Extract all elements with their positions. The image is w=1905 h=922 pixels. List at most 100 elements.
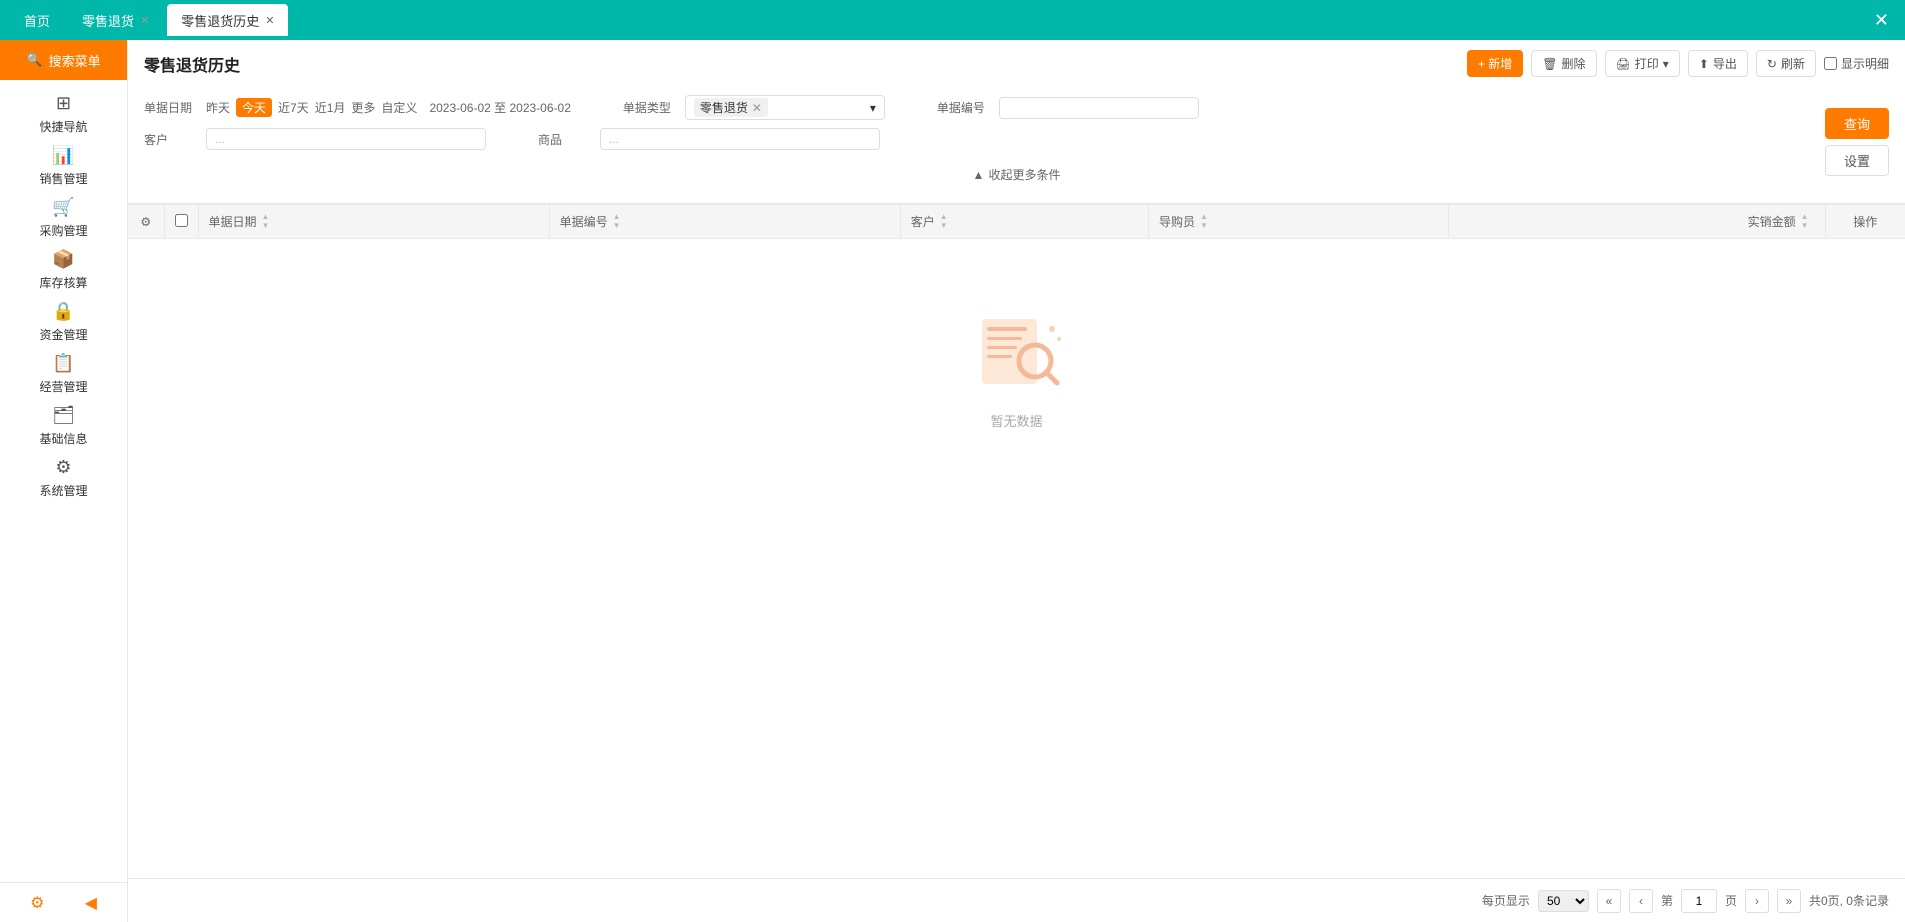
- filter-row-2: 客户 ... 商品 ...: [144, 128, 1889, 150]
- page-go-label: 第: [1661, 892, 1673, 909]
- customer-input[interactable]: ...: [206, 128, 486, 150]
- th-doc-no-label: 单据编号: [560, 213, 608, 230]
- th-doc-date-label: 单据日期: [209, 213, 257, 230]
- sidebar-item-quick-nav-label: 快捷导航: [39, 118, 87, 135]
- sidebar-item-inventory[interactable]: 📦 库存核算: [0, 244, 127, 296]
- export-label: 导出: [1713, 55, 1737, 72]
- th-amount[interactable]: 实销金额 ▲▼: [1448, 205, 1825, 239]
- tab-home[interactable]: 首页: [10, 4, 64, 36]
- delete-label: 删除: [1562, 55, 1586, 72]
- table-settings-icon[interactable]: ⚙: [140, 215, 151, 229]
- date-option-today[interactable]: 今天: [236, 98, 272, 117]
- th-checkbox[interactable]: [164, 205, 198, 239]
- page-number-input[interactable]: [1681, 889, 1717, 913]
- goods-input[interactable]: ...: [600, 128, 880, 150]
- empty-state-row: 暂无数据: [128, 239, 1905, 511]
- th-guide[interactable]: 导购员 ▲▼: [1148, 205, 1448, 239]
- date-option-yesterday[interactable]: 昨天: [206, 99, 230, 116]
- settings-button[interactable]: 设置: [1825, 145, 1889, 176]
- page-size-label: 每页显示: [1482, 892, 1530, 909]
- show-detail-checkbox[interactable]: [1824, 57, 1837, 70]
- doc-no-sort-icon: ▲▼: [613, 213, 621, 230]
- sidebar-item-quick-nav[interactable]: ⊞ 快捷导航: [0, 88, 127, 140]
- tab-retail-return-label: 零售退货: [82, 11, 134, 30]
- new-button[interactable]: + 新增: [1467, 50, 1523, 77]
- doc-type-tag-label: 零售退货: [700, 99, 748, 116]
- print-label: 打印: [1635, 55, 1659, 72]
- prev-page-button[interactable]: ‹: [1629, 889, 1653, 913]
- collapse-button[interactable]: ▲ 收起更多条件: [973, 162, 1061, 187]
- amount-sort-icon: ▲▼: [1801, 213, 1809, 230]
- sidebar-item-sales[interactable]: 📊 销售管理: [0, 140, 127, 192]
- tab-retail-return-history-close[interactable]: ✕: [265, 14, 274, 27]
- sidebar-bottom: ⚙ ◀: [0, 882, 127, 922]
- basic-info-icon: 🗂: [52, 405, 75, 426]
- window-close-icon[interactable]: ✕: [1868, 10, 1895, 31]
- sidebar-item-operations-label: 经营管理: [39, 378, 87, 395]
- sidebar-item-system[interactable]: ⚙ 系统管理: [0, 452, 127, 504]
- sidebar-item-basic-info[interactable]: 🗂 基础信息: [0, 400, 127, 452]
- sidebar-item-finance[interactable]: 🔒 资金管理: [0, 296, 127, 348]
- collapse-sidebar-icon[interactable]: ◀: [85, 893, 97, 913]
- doc-type-tag-remove[interactable]: ✕: [752, 101, 762, 115]
- delete-button[interactable]: 🗑 删除: [1531, 50, 1596, 77]
- date-option-more[interactable]: 更多: [351, 99, 375, 116]
- date-filter-label: 单据日期: [144, 99, 194, 116]
- doc-type-filter-label: 单据类型: [623, 99, 673, 116]
- sidebar: 🔍 搜索菜单 ⊞ 快捷导航 📊 销售管理 🛒 采购管理 📦 库存核算 🔒: [0, 40, 128, 922]
- goods-dots: ...: [609, 132, 619, 146]
- tab-retail-return-close[interactable]: ✕: [140, 14, 149, 27]
- settings-bottom-icon[interactable]: ⚙: [30, 893, 44, 913]
- empty-illustration: [967, 299, 1067, 399]
- tab-bar: 首页 零售退货 ✕ 零售退货历史 ✕: [10, 4, 1868, 36]
- table-wrapper: ⚙ 单据日期 ▲▼ 单据编号: [128, 204, 1905, 878]
- show-detail-checkbox-label[interactable]: 显示明细: [1824, 55, 1889, 72]
- tab-retail-return[interactable]: 零售退货 ✕: [68, 4, 163, 36]
- sidebar-item-operations[interactable]: 📋 经营管理: [0, 348, 127, 400]
- toolbar: + 新增 🗑 删除 🖨 打印 ▾ ⬆ 导出 ↻: [1467, 50, 1889, 77]
- empty-state: 暂无数据: [128, 239, 1905, 510]
- system-icon: ⚙: [55, 457, 71, 478]
- th-doc-date[interactable]: 单据日期 ▲▼: [198, 205, 549, 239]
- main-layout: 🔍 搜索菜单 ⊞ 快捷导航 📊 销售管理 🛒 采购管理 📦 库存核算 🔒: [0, 40, 1905, 922]
- filter-row-1: 单据日期 昨天 今天 近7天 近1月 更多 自定义 2023-06-02 至 2…: [144, 95, 1889, 120]
- date-option-1month[interactable]: 近1月: [315, 99, 346, 116]
- total-label: 共0页, 0条记录: [1809, 892, 1889, 909]
- date-option-7days[interactable]: 近7天: [278, 99, 309, 116]
- next-page-button[interactable]: ›: [1745, 889, 1769, 913]
- last-page-button[interactable]: »: [1777, 889, 1801, 913]
- page-size-select[interactable]: 20 50 100: [1538, 890, 1589, 912]
- doc-no-input[interactable]: [999, 97, 1199, 119]
- filter-area: 单据日期 昨天 今天 近7天 近1月 更多 自定义 2023-06-02 至 2…: [144, 87, 1889, 203]
- query-button[interactable]: 查询: [1825, 108, 1889, 139]
- refresh-label: 刷新: [1781, 55, 1805, 72]
- doc-date-sort-icon: ▲▼: [262, 213, 270, 230]
- collapse-row: ▲ 收起更多条件: [144, 158, 1889, 195]
- tab-retail-return-history[interactable]: 零售退货历史 ✕: [167, 4, 288, 36]
- tab-home-label: 首页: [24, 11, 50, 30]
- table-body: 暂无数据: [128, 239, 1905, 511]
- data-table: ⚙ 单据日期 ▲▼ 单据编号: [128, 205, 1905, 510]
- empty-text: 暂无数据: [990, 411, 1042, 430]
- sidebar-search[interactable]: 🔍 搜索菜单: [0, 40, 127, 80]
- sidebar-item-purchase[interactable]: 🛒 采购管理: [0, 192, 127, 244]
- th-settings[interactable]: ⚙: [128, 205, 164, 239]
- first-page-button[interactable]: «: [1597, 889, 1621, 913]
- sidebar-item-finance-label: 资金管理: [39, 326, 87, 343]
- export-button[interactable]: ⬆ 导出: [1688, 50, 1748, 77]
- date-range-display: 2023-06-02 至 2023-06-02: [429, 99, 570, 116]
- refresh-button[interactable]: ↻ 刷新: [1756, 50, 1816, 77]
- print-button[interactable]: 🖨 打印 ▾: [1605, 50, 1680, 77]
- refresh-icon: ↻: [1767, 57, 1777, 71]
- inventory-icon: 📦: [52, 249, 74, 270]
- select-all-checkbox[interactable]: [175, 214, 188, 227]
- sales-icon: 📊: [52, 145, 74, 166]
- th-customer[interactable]: 客户 ▲▼: [900, 205, 1148, 239]
- doc-type-select[interactable]: 零售退货 ✕ ▾: [685, 95, 885, 120]
- date-option-custom[interactable]: 自定义: [381, 99, 417, 116]
- sidebar-items: ⊞ 快捷导航 📊 销售管理 🛒 采购管理 📦 库存核算 🔒 资金管理 📋: [0, 80, 127, 882]
- th-doc-no[interactable]: 单据编号 ▲▼: [549, 205, 900, 239]
- th-guide-label: 导购员: [1159, 213, 1195, 230]
- finance-icon: 🔒: [52, 301, 74, 322]
- customer-dots: ...: [215, 132, 225, 146]
